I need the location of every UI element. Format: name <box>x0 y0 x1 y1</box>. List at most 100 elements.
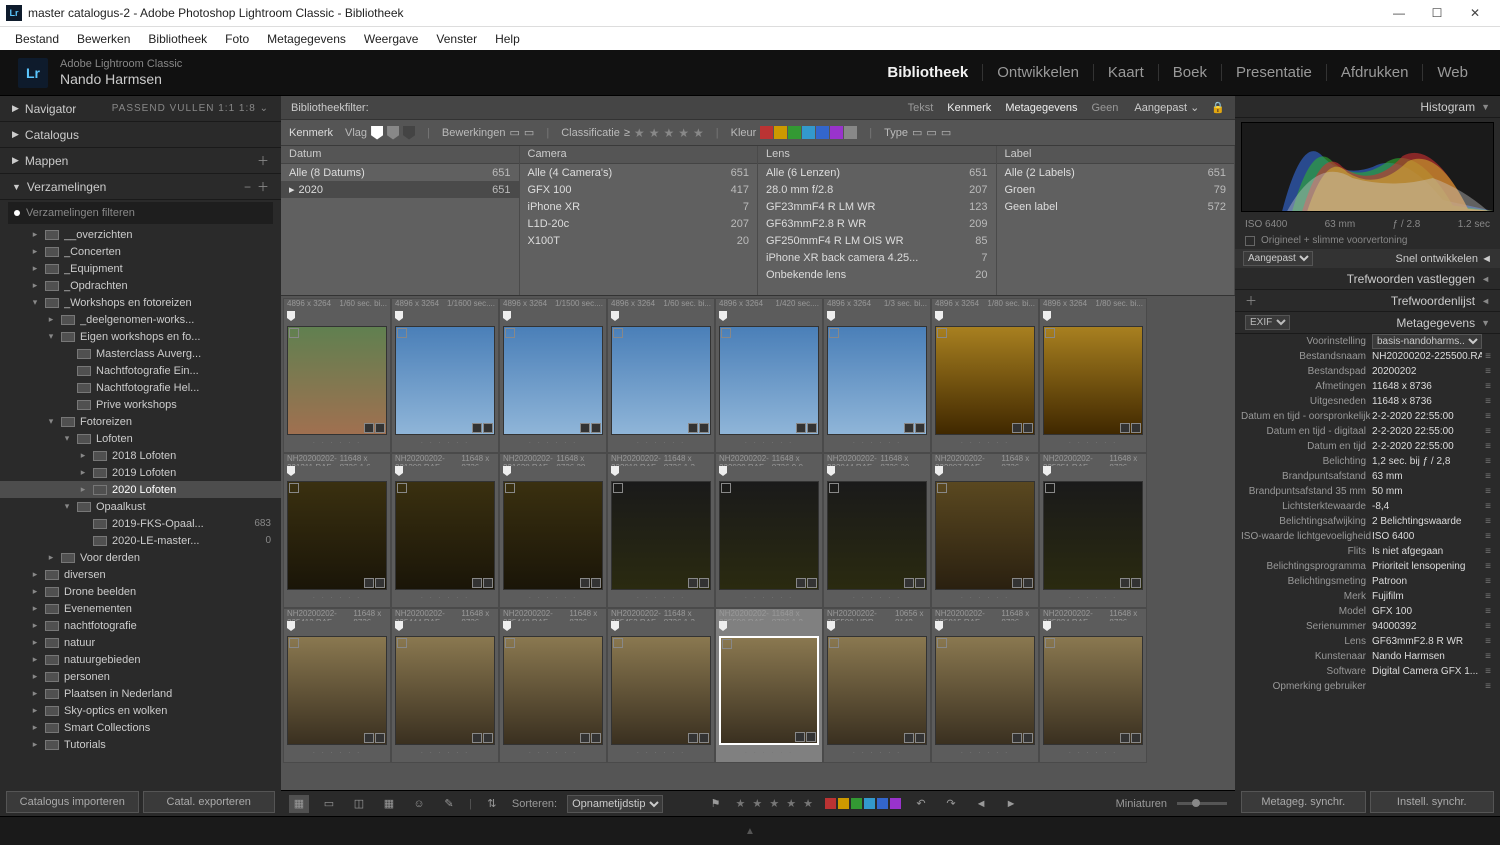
metadata-field-row[interactable]: ISO-waarde lichtgevoeligheidISO 6400≡ <box>1235 529 1500 544</box>
metadata-field-row[interactable]: Opmerking gebruiker≡ <box>1235 679 1500 694</box>
metadata-filter-row[interactable]: Alle (6 Lenzen)651 <box>758 164 996 181</box>
loupe-view-icon[interactable]: ▭ <box>319 795 339 813</box>
thumbnail-cell[interactable]: NH20200202-225500-HDR...10656 x 8142 · ·… <box>823 608 931 763</box>
metadata-column-header[interactable]: Label <box>997 146 1235 164</box>
tree-item[interactable]: Nachtfotografie Hel... <box>0 379 281 396</box>
tree-item[interactable]: ▾Lofoten <box>0 430 281 447</box>
thumbnail-cell[interactable]: 4896 x 3264 1/1600 sec....· · · · · · <box>391 298 499 453</box>
tree-item[interactable]: ▸_Opdrachten <box>0 277 281 294</box>
metadata-filter-row[interactable]: ▸2020651 <box>281 181 519 198</box>
tree-item[interactable]: ▸nachtfotografie <box>0 617 281 634</box>
metadata-field-row[interactable]: BelichtingsmetingPatroon≡ <box>1235 574 1500 589</box>
tree-item[interactable]: ▸2020 Lofoten <box>0 481 281 498</box>
color-filter-swatch[interactable] <box>760 126 773 139</box>
flag-icon[interactable] <box>287 466 295 476</box>
metadata-field-row[interactable]: BestandsnaamNH20200202-225500.RAF≡ <box>1235 349 1500 364</box>
metadata-field-row[interactable]: Datum en tijd2-2-2020 22:55:00≡ <box>1235 439 1500 454</box>
color-label-swatch[interactable] <box>825 798 836 809</box>
metadata-field-row[interactable]: Bestandspad20200202≡ <box>1235 364 1500 379</box>
keywording-header[interactable]: Trefwoorden vastleggen◄ <box>1235 268 1500 290</box>
flag-icon[interactable] <box>395 621 403 631</box>
filter-tab-metagegevens[interactable]: Metagegevens <box>1005 102 1077 114</box>
filter-tab-geen[interactable]: Geen <box>1091 102 1118 114</box>
menu-foto[interactable]: Foto <box>216 32 258 46</box>
tree-item[interactable]: ▸natuurgebieden <box>0 651 281 668</box>
flag-icon[interactable] <box>935 311 943 321</box>
thumbnail-cell[interactable]: 4896 x 3264 1/60 sec. bi...· · · · · · <box>607 298 715 453</box>
keyword-list-header[interactable]: ＋ Trefwoordenlijst◄ <box>1235 290 1500 312</box>
flag-toggle-icon[interactable]: ⚑ <box>706 795 726 813</box>
flag-icon[interactable] <box>935 466 943 476</box>
flag-icon[interactable] <box>1043 621 1051 631</box>
tree-item[interactable]: ▸2018 Lofoten <box>0 447 281 464</box>
color-label-swatch[interactable] <box>851 798 862 809</box>
module-bibliotheek[interactable]: Bibliotheek <box>873 64 983 81</box>
metadata-preset-select[interactable]: basis-nandoharms... <box>1372 334 1482 349</box>
metadata-filter-row[interactable]: Groen79 <box>997 181 1235 198</box>
metadata-field-row[interactable]: MerkFujifilm≡ <box>1235 589 1500 604</box>
menu-weergave[interactable]: Weergave <box>355 32 427 46</box>
tree-item[interactable]: ▾Fotoreizen <box>0 413 281 430</box>
thumbnail-cell[interactable]: 4896 x 3264 1/60 sec. bi...· · · · · · <box>283 298 391 453</box>
metadata-filter-row[interactable]: iPhone XR back camera 4.25...7 <box>758 249 996 266</box>
add-keyword-icon[interactable]: ＋ <box>1245 292 1257 309</box>
thumbnail-cell[interactable]: NH20200202-221638.RAF11648 x 8736 28 sec… <box>499 453 607 608</box>
quick-develop-bar[interactable]: Aangepast Snel ontwikkelen ◄ <box>1235 249 1500 268</box>
people-view-icon[interactable]: ☺ <box>409 795 429 813</box>
export-catalog-button[interactable]: Catal. exporteren <box>143 791 276 813</box>
metadata-set-select[interactable]: EXIF <box>1245 315 1290 330</box>
menu-bestand[interactable]: Bestand <box>6 32 68 46</box>
module-presentatie[interactable]: Presentatie <box>1222 64 1327 81</box>
metadata-field-row[interactable]: Serienummer94000392≡ <box>1235 619 1500 634</box>
flag-icon[interactable] <box>503 311 511 321</box>
tree-item[interactable]: 2019-FKS-Opaal...683 <box>0 515 281 532</box>
thumbnail-cell[interactable]: NH20200202-225824.RAF11648 x 8736 · · · … <box>1039 608 1147 763</box>
collection-plus-icon[interactable]: ＋ <box>257 178 269 195</box>
mappen-header[interactable]: ▶ Mappen ＋ <box>0 148 281 174</box>
edit-copy-icon[interactable]: ▭ <box>524 126 534 139</box>
sync-settings-button[interactable]: Instell. synchr. <box>1370 791 1495 813</box>
metadata-filter-row[interactable]: L1D-20c207 <box>520 215 758 232</box>
metadata-field-row[interactable]: SoftwareDigital Camera GFX 1...≡ <box>1235 664 1500 679</box>
tree-item[interactable]: ▾Opaalkust <box>0 498 281 515</box>
close-button[interactable]: ✕ <box>1456 0 1494 26</box>
thumbnail-cell[interactable]: NH20200202-225444.RAF11648 x 8736 · · · … <box>391 608 499 763</box>
tree-item[interactable]: ▾Eigen workshops en fo... <box>0 328 281 345</box>
flag-icon[interactable] <box>1043 466 1051 476</box>
metadata-field-row[interactable]: Belichtingsafwijking2 Belichtingswaarde≡ <box>1235 514 1500 529</box>
type-virtual-icon[interactable]: ▭ <box>926 126 936 139</box>
metadata-filter-row[interactable]: GF250mmF4 R LM OIS WR85 <box>758 232 996 249</box>
module-afdrukken[interactable]: Afdrukken <box>1327 64 1424 81</box>
filter-tab-kenmerk[interactable]: Kenmerk <box>947 102 991 114</box>
tree-item[interactable]: 2020-LE-master...0 <box>0 532 281 549</box>
tree-item[interactable]: ▸Sky-optics en wolken <box>0 702 281 719</box>
flag-icon[interactable] <box>1043 311 1051 321</box>
flag-picked-icon[interactable] <box>371 126 383 140</box>
tree-item[interactable]: ▸_Concerten <box>0 243 281 260</box>
flag-icon[interactable] <box>287 311 295 321</box>
tree-item[interactable]: ▸Smart Collections <box>0 719 281 736</box>
tree-item[interactable]: Prive workshops <box>0 396 281 413</box>
metadata-filter-row[interactable]: iPhone XR7 <box>520 198 758 215</box>
survey-view-icon[interactable]: ▦ <box>379 795 399 813</box>
thumbnail-cell[interactable]: 4896 x 3264 1/1500 sec....· · · · · · <box>499 298 607 453</box>
painter-tool-icon[interactable]: ✎ <box>439 795 459 813</box>
flag-icon[interactable] <box>611 466 619 476</box>
nav-prev-icon[interactable]: ◄ <box>971 795 991 813</box>
collection-filter-input[interactable]: Verzamelingen filteren <box>8 202 273 224</box>
flag-icon[interactable] <box>719 311 727 321</box>
color-filter-swatch[interactable] <box>816 126 829 139</box>
metadata-field-row[interactable]: Datum en tijd - digitaal2-2-2020 22:55:0… <box>1235 424 1500 439</box>
thumbnail-cell[interactable]: NH20200202-225351.RAF11648 x 8736 · · · … <box>1039 453 1147 608</box>
rating-compare-icon[interactable]: ≥ <box>624 127 630 139</box>
metadata-column-header[interactable]: Lens <box>758 146 996 164</box>
thumbnail-cell[interactable]: NH20200202-225500.RAF11648 x 8736 1,2 se… <box>715 608 823 763</box>
compare-view-icon[interactable]: ◫ <box>349 795 369 813</box>
preview-checkbox-icon[interactable] <box>1245 236 1255 246</box>
rating-star-1[interactable]: ★ <box>634 126 645 140</box>
sync-metadata-button[interactable]: Metageg. synchr. <box>1241 791 1366 813</box>
metadata-filter-row[interactable]: GFX 100417 <box>520 181 758 198</box>
flag-icon[interactable] <box>827 621 835 631</box>
metadata-filter-row[interactable]: Onbekende lens20 <box>758 266 996 283</box>
filter-preset-select[interactable]: Aangepast ⌄ <box>1134 101 1199 114</box>
